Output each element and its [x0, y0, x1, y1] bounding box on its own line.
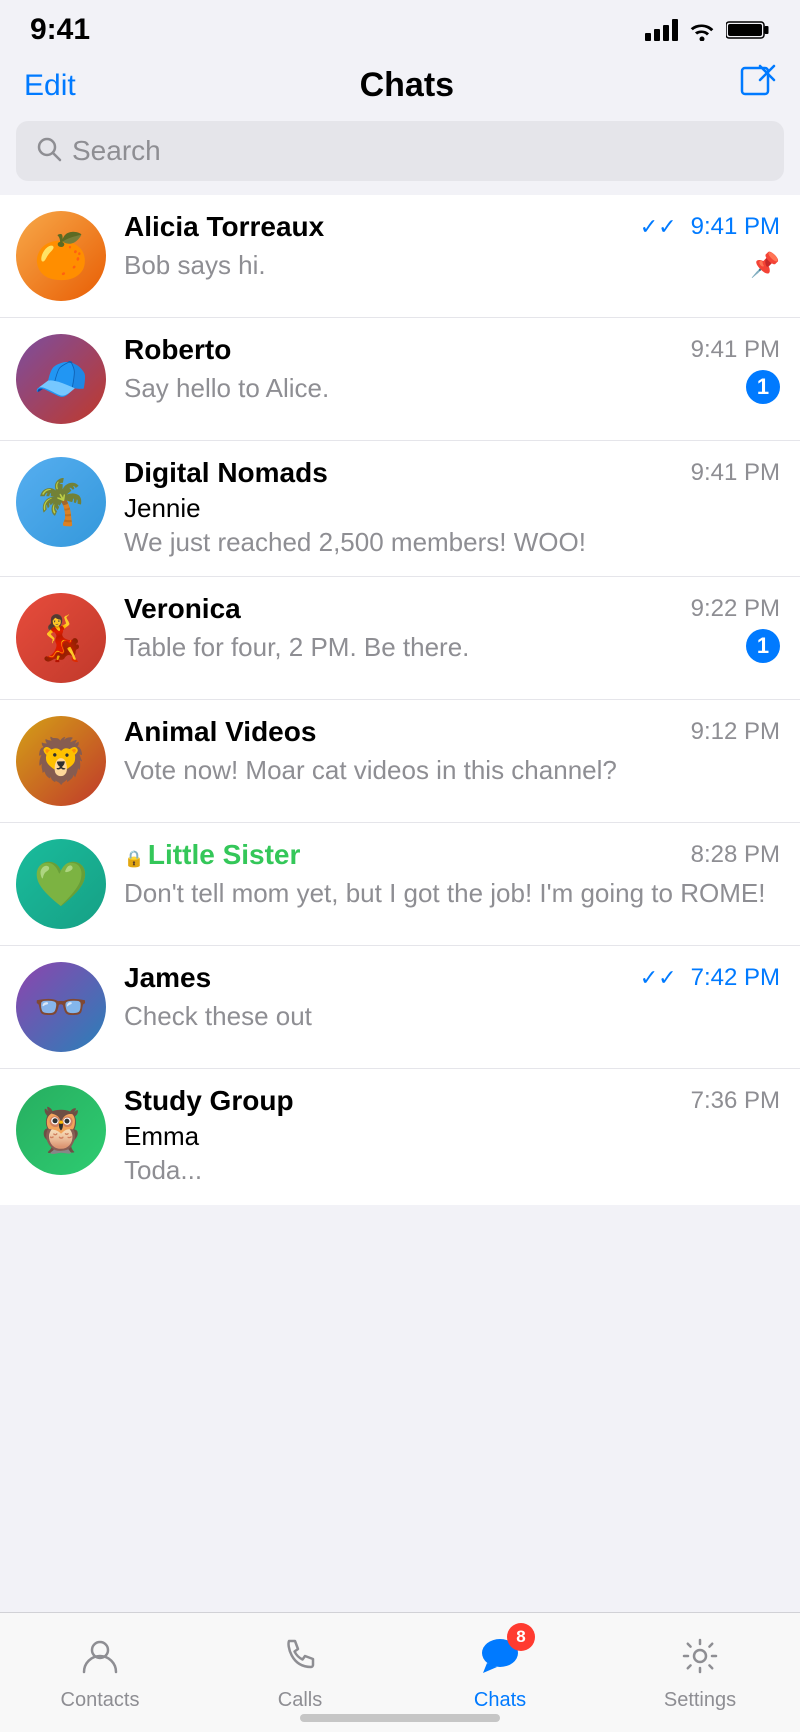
chats-badge: 8	[507, 1623, 535, 1651]
chat-preview-digital: We just reached 2,500 members! WOO!	[124, 524, 780, 560]
chat-item-animal[interactable]: 🦁 Animal Videos 9:12 PM Vote now! Moar cat …	[0, 700, 800, 823]
chat-item-digital[interactable]: 🌴 Digital Nomads 9:41 PM JennieWe just reac…	[0, 441, 800, 577]
tab-contacts[interactable]: Contacts	[0, 1629, 200, 1712]
chat-name-james: James	[124, 962, 211, 994]
status-bar: 9:41	[0, 0, 800, 54]
chat-item-sister[interactable]: 💚 🔒Little Sister 8:28 PM Don't tell mom yet…	[0, 823, 800, 946]
avatar-alicia: 🍊	[16, 211, 106, 301]
chat-time-animal: 9:12 PM	[691, 718, 780, 746]
lock-icon: 🔒	[124, 851, 144, 868]
avatar-james: 👓	[16, 962, 106, 1052]
gear-icon	[673, 1629, 727, 1683]
chat-name-veronica: Veronica	[124, 593, 241, 625]
chat-time-alicia: 9:41 PM	[691, 213, 780, 241]
compose-button[interactable]	[738, 64, 776, 107]
badge-roberto: 1	[746, 370, 780, 404]
chat-preview-sister: Don't tell mom yet, but I got the job! I…	[124, 875, 780, 911]
chat-preview-james: Check these out	[124, 998, 780, 1034]
chat-preview-roberto: Say hello to Alice.	[124, 370, 736, 406]
tab-calls-label: Calls	[278, 1689, 322, 1712]
chat-name-sister: Little Sister	[148, 839, 300, 870]
tab-contacts-label: Contacts	[61, 1689, 140, 1712]
chat-name-study: Study Group	[124, 1085, 294, 1117]
avatar-digital: 🌴	[16, 457, 106, 547]
chat-sender-digital: Jennie	[124, 493, 780, 524]
badge-veronica: 1	[746, 629, 780, 663]
search-icon	[36, 136, 62, 167]
search-container: Search	[0, 121, 800, 195]
double-check-james: ✓✓	[640, 965, 677, 991]
status-icons	[645, 19, 770, 41]
header: Edit Chats	[0, 54, 800, 121]
search-placeholder: Search	[72, 135, 161, 167]
chat-preview-study: Toda...	[124, 1152, 780, 1188]
battery-icon	[726, 19, 770, 41]
signal-icon	[645, 19, 678, 41]
chat-preview-animal: Vote now! Moar cat videos in this channe…	[124, 752, 780, 788]
tab-settings[interactable]: Settings	[600, 1629, 800, 1712]
chat-list: 🍊 Alicia Torreaux ✓✓ 9:41 PM Bob says hi. 📌 🧢 R…	[0, 195, 800, 1205]
chat-name-roberto: Roberto	[124, 334, 231, 366]
edit-button[interactable]: Edit	[24, 69, 76, 103]
tab-settings-label: Settings	[664, 1689, 736, 1712]
chat-item-roberto[interactable]: 🧢 Roberto 9:41 PM Say hello to Alice. 1	[0, 318, 800, 441]
chat-item-study[interactable]: 🦉 Study Group 7:36 PM EmmaToda...	[0, 1069, 800, 1204]
chat-time-veronica: 9:22 PM	[691, 595, 780, 623]
chat-time-sister: 8:28 PM	[691, 841, 780, 869]
tab-chats-label: Chats	[474, 1689, 526, 1712]
chat-item-veronica[interactable]: 💃 Veronica 9:22 PM Table for four, 2 PM. Be…	[0, 577, 800, 700]
tab-chats[interactable]: 8 Chats	[400, 1629, 600, 1712]
status-time: 9:41	[30, 13, 90, 47]
avatar-study: 🦉	[16, 1085, 106, 1175]
chat-item-james[interactable]: 👓 James ✓✓ 7:42 PM Check these out	[0, 946, 800, 1069]
search-bar[interactable]: Search	[16, 121, 784, 181]
chat-time-digital: 9:41 PM	[691, 459, 780, 487]
avatar-sister: 💚	[16, 839, 106, 929]
chat-time-roberto: 9:41 PM	[691, 336, 780, 364]
chat-name-animal: Animal Videos	[124, 716, 316, 748]
wifi-icon	[688, 19, 716, 41]
person-icon	[73, 1629, 127, 1683]
pin-icon-alicia: 📌	[750, 251, 780, 280]
chat-preview-alicia: Bob says hi.	[124, 247, 740, 283]
chat-preview-veronica: Table for four, 2 PM. Be there.	[124, 629, 736, 665]
chat-item-alicia[interactable]: 🍊 Alicia Torreaux ✓✓ 9:41 PM Bob says hi. 📌	[0, 195, 800, 318]
double-check-alicia: ✓✓	[640, 214, 677, 240]
chat-time-study: 7:36 PM	[691, 1087, 780, 1115]
chat-name-alicia: Alicia Torreaux	[124, 211, 324, 243]
tab-calls[interactable]: Calls	[200, 1629, 400, 1712]
chat-time-james: 7:42 PM	[691, 964, 780, 992]
phone-icon	[273, 1629, 327, 1683]
chat-sender-study: Emma	[124, 1121, 780, 1152]
avatar-roberto: 🧢	[16, 334, 106, 424]
chat-icon: 8	[473, 1629, 527, 1683]
chat-name-digital: Digital Nomads	[124, 457, 328, 489]
avatar-animal: 🦁	[16, 716, 106, 806]
page-title: Chats	[360, 66, 454, 105]
home-indicator	[300, 1714, 500, 1722]
avatar-veronica: 💃	[16, 593, 106, 683]
